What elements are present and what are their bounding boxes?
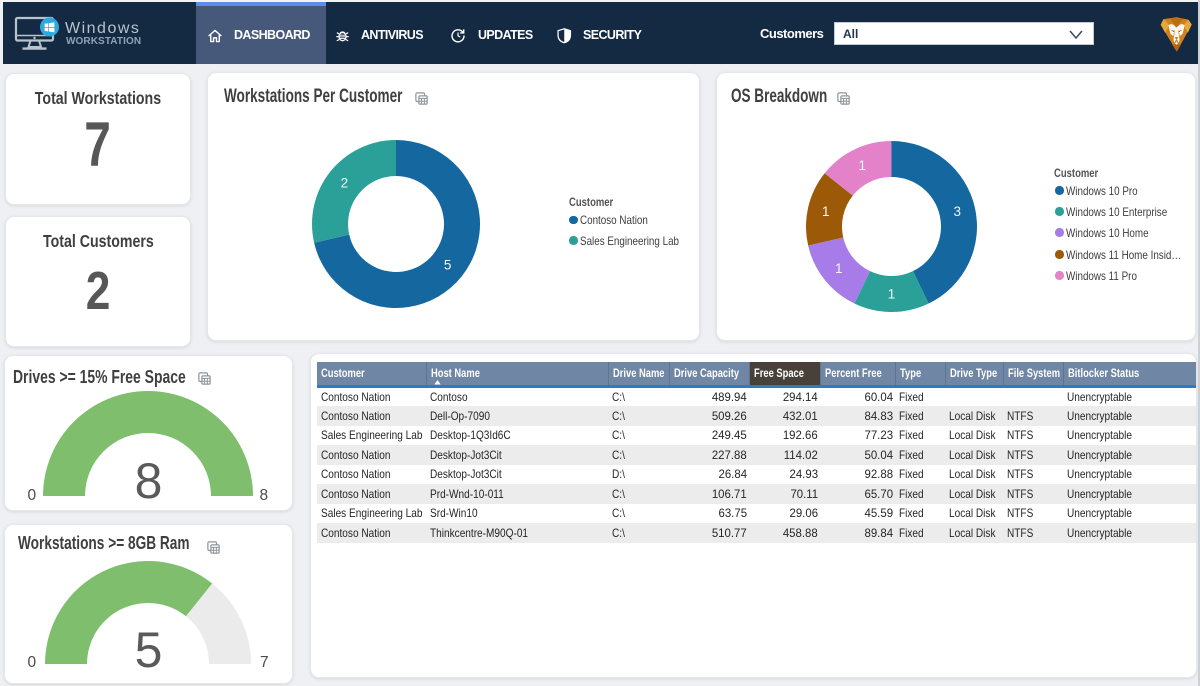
svg-text:2: 2 <box>341 175 349 190</box>
svg-text:3: 3 <box>954 204 962 219</box>
svg-text:1: 1 <box>822 204 830 219</box>
svg-text:5: 5 <box>444 258 452 273</box>
svg-text:1: 1 <box>835 261 843 276</box>
svg-text:1: 1 <box>858 158 866 173</box>
svg-text:1: 1 <box>888 287 896 302</box>
